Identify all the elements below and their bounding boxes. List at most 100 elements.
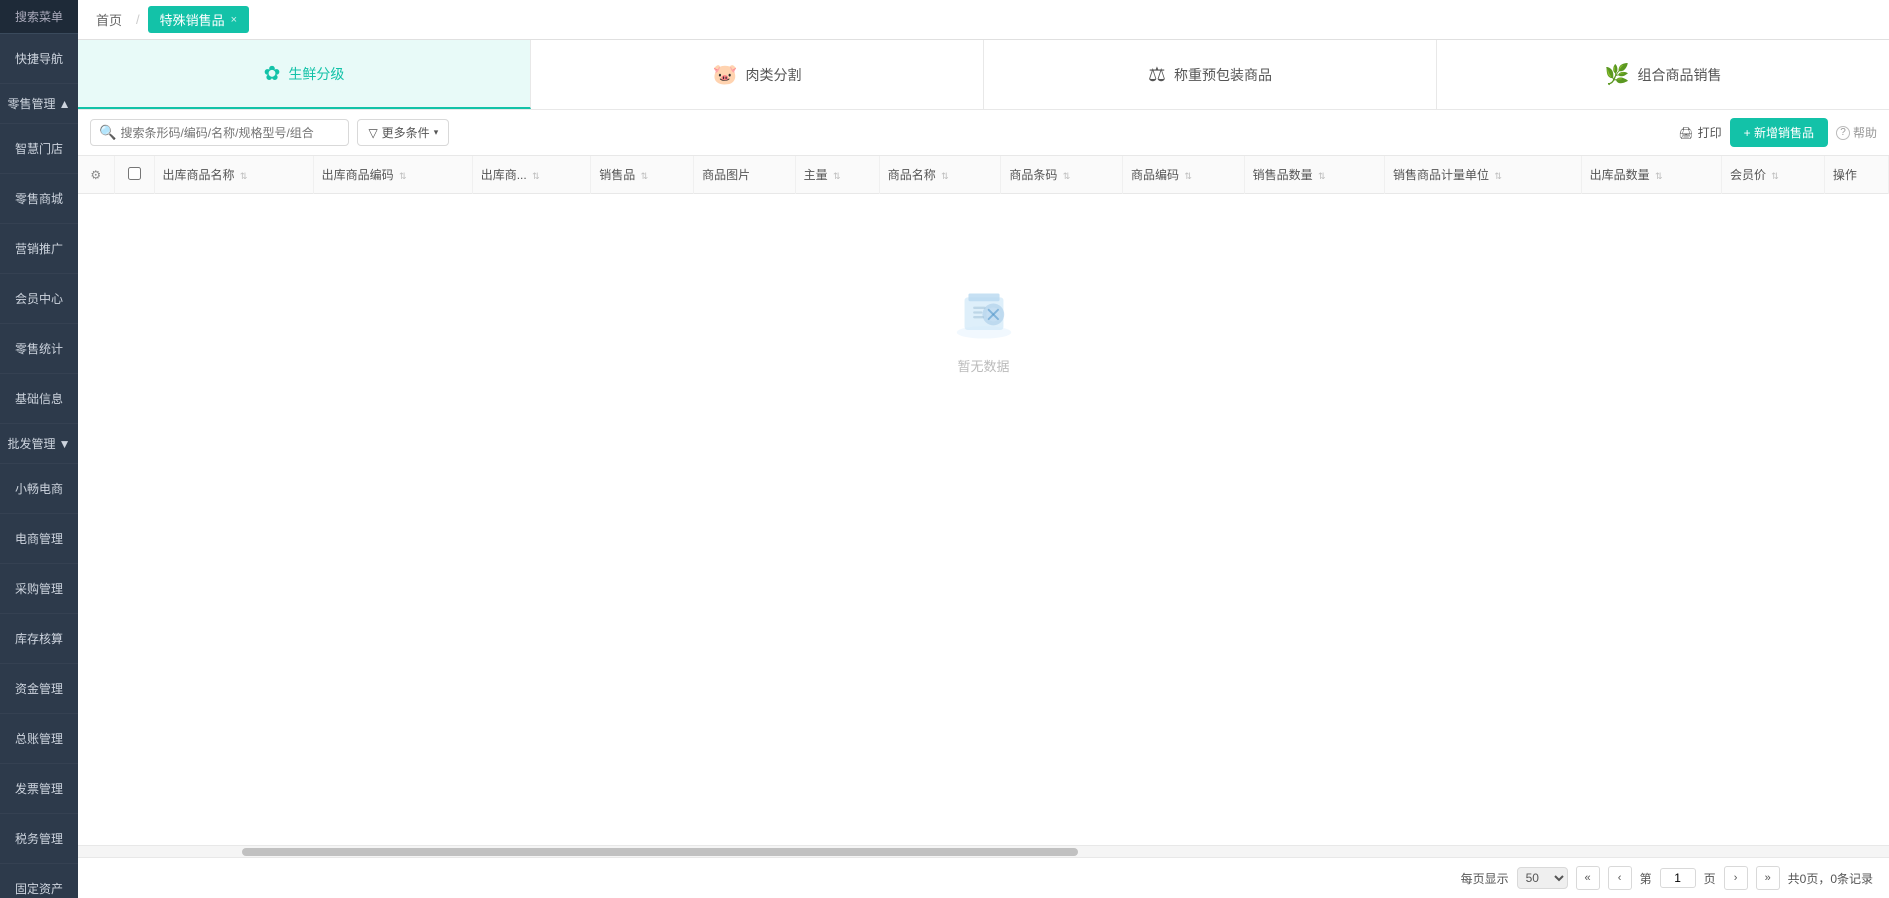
ecom-mgmt-label: 电商管理 [15,530,63,547]
topbar: 首页 / 特殊销售品 × [78,0,1889,40]
prev-page-button[interactable]: ‹ [1608,866,1632,890]
th-gear[interactable]: ⚙ [78,156,114,194]
sort-arrows-sale-unit[interactable]: ⇅ [1494,171,1502,181]
wholesale-mgmt-label: 批发管理 [8,435,56,452]
active-tab-label: 特殊销售品 [160,10,225,29]
sidebar-item-retail-mgmt[interactable]: 零售管理 ▲ [0,84,78,124]
home-tab[interactable]: 首页 [90,10,128,29]
scrollbar-thumb[interactable] [242,848,1078,856]
bottom-scrollbar[interactable] [78,845,1889,857]
th-out-qty-label: 出库品数量 [1590,168,1650,182]
sort-arrows-product-code[interactable]: ⇅ [1184,171,1192,181]
th-product-img-label: 商品图片 [702,168,750,182]
sort-arrows-out-code[interactable]: ⇅ [399,171,407,181]
last-page-icon: » [1765,872,1771,884]
sidebar-item-purchase-mgmt[interactable]: 采购管理 [0,564,78,614]
th-out-name-label: 出库商品名称 [163,168,235,182]
sort-arrows-member-price[interactable]: ⇅ [1771,171,1779,181]
retail-mall-label: 零售商城 [15,190,63,207]
active-tab[interactable]: 特殊销售品 × [148,6,249,33]
print-button[interactable]: 🖨 打印 [1678,124,1721,141]
retail-mgmt-arrow: ▲ [59,97,71,111]
sidebar-item-capital-mgmt[interactable]: 资金管理 [0,664,78,714]
fresh-grade-label: 生鲜分级 [288,64,344,84]
prev-page-icon: ‹ [1618,872,1622,884]
sidebar-item-mini-ecom[interactable]: 小畅电商 [0,464,78,514]
cat-tab-fresh-grade[interactable]: ✿ 生鲜分级 [78,40,531,109]
sort-arrows-sale-item[interactable]: ⇅ [641,171,649,181]
category-tabs: ✿ 生鲜分级 🐷 肉类分割 ⚖ 称重预包装商品 🌿 组合商品销售 [78,40,1889,110]
search-input[interactable] [120,126,340,140]
sidebar-item-inventory[interactable]: 库存核算 [0,614,78,664]
cat-tab-combo-sale[interactable]: 🌿 组合商品销售 [1437,40,1889,109]
toolbar-right: 🖨 打印 + 新增销售品 ? 帮助 [1678,118,1877,147]
next-page-button[interactable]: › [1724,866,1748,890]
member-center-label: 会员中心 [15,290,63,307]
table-container: ⚙ 出库商品名称 ⇅ 出库商品编码 ⇅ 出库商... [78,156,1889,845]
toolbar-left: 🔍 ▽ 更多条件 ▾ [90,119,449,146]
sidebar-item-fixed-assets[interactable]: 固定资产 [0,864,78,898]
search-menu-label: 搜索菜单 [15,10,63,24]
sidebar-item-basic-info[interactable]: 基础信息 [0,374,78,424]
sidebar-item-tax-mgmt[interactable]: 税务管理 [0,814,78,864]
sidebar-item-retail-stats[interactable]: 零售统计 [0,324,78,374]
capital-mgmt-label: 资金管理 [15,680,63,697]
last-page-button[interactable]: » [1756,866,1780,890]
page-input[interactable] [1660,868,1696,888]
fixed-assets-label: 固定资产 [15,880,63,897]
sort-arrows-product-name[interactable]: ⇅ [941,171,949,181]
first-page-icon: « [1585,872,1591,884]
wholesale-mgmt-arrow: ▼ [59,437,71,451]
sidebar-item-ecom-mgmt[interactable]: 电商管理 [0,514,78,564]
th-out-qty: 出库品数量 ⇅ [1581,156,1721,194]
sort-arrows-sale-qty[interactable]: ⇅ [1318,171,1326,181]
total-text: 共0页，0条记录 [1788,870,1873,887]
th-checkbox[interactable] [114,156,154,194]
cat-tab-meat-cut[interactable]: 🐷 肉类分割 [531,40,984,109]
th-barcode-label: 商品条码 [1009,168,1057,182]
data-table: ⚙ 出库商品名称 ⇅ 出库商品编码 ⇅ 出库商... [78,156,1889,194]
sidebar-item-smart-store[interactable]: 智慧门店 [0,124,78,174]
cat-tab-weigh-pack[interactable]: ⚖ 称重预包装商品 [984,40,1437,109]
sort-arrows-out-name[interactable]: ⇅ [240,171,248,181]
sidebar-item-general-ledger[interactable]: 总账管理 [0,714,78,764]
add-label: + 新增销售品 [1744,124,1814,141]
sidebar-item-member-center[interactable]: 会员中心 [0,274,78,324]
add-button[interactable]: + 新增销售品 [1730,118,1828,147]
page-size-select[interactable]: 50 20 100 [1517,867,1568,889]
sales-promo-label: 营销推广 [15,240,63,257]
weigh-pack-icon: ⚖ [1148,62,1166,87]
sort-arrows-out-spec[interactable]: ⇅ [532,171,540,181]
select-all-checkbox[interactable] [128,167,141,180]
sort-arrows-barcode[interactable]: ⇅ [1063,171,1071,181]
search-menu[interactable]: 搜索菜单 [0,0,78,34]
filter-button[interactable]: ▽ 更多条件 ▾ [357,119,449,146]
pagination: 每页显示 50 20 100 « ‹ 第 页 › » 共0页，0条记录 [78,857,1889,898]
sidebar-item-retail-mall[interactable]: 零售商城 [0,174,78,224]
th-member-price-label: 会员价 [1730,168,1766,182]
sidebar-item-quick-nav[interactable]: 快捷导航 [0,34,78,84]
th-out-code-label: 出库商品编码 [322,168,394,182]
th-sale-qty-label: 销售品数量 [1253,168,1313,182]
th-sale-unit: 销售商品计量单位 ⇅ [1385,156,1582,194]
search-box[interactable]: 🔍 [90,119,349,146]
first-page-button[interactable]: « [1576,866,1600,890]
help-button[interactable]: ? 帮助 [1836,124,1877,141]
th-sale-unit-label: 销售商品计量单位 [1393,168,1489,182]
tab-close-icon[interactable]: × [231,14,237,26]
sort-arrows-out-qty[interactable]: ⇅ [1655,171,1663,181]
sidebar-item-wholesale-mgmt[interactable]: 批发管理 ▼ [0,424,78,464]
th-product-img: 商品图片 [694,156,796,194]
print-label: 打印 [1698,124,1722,141]
print-icon: 🖨 [1678,126,1693,140]
th-out-spec: 出库商... ⇅ [472,156,591,194]
sort-arrows-main-qty[interactable]: ⇅ [833,171,841,181]
help-circle-icon: ? [1836,126,1850,140]
th-sale-item-label: 销售品 [599,168,635,182]
sidebar-item-sales-promo[interactable]: 营销推广 [0,224,78,274]
sidebar-item-invoice-mgmt[interactable]: 发票管理 [0,764,78,814]
th-barcode: 商品条码 ⇅ [1001,156,1123,194]
empty-state-icon [944,274,1024,344]
combo-sale-icon: 🌿 [1605,62,1630,87]
th-product-name-label: 商品名称 [888,168,936,182]
